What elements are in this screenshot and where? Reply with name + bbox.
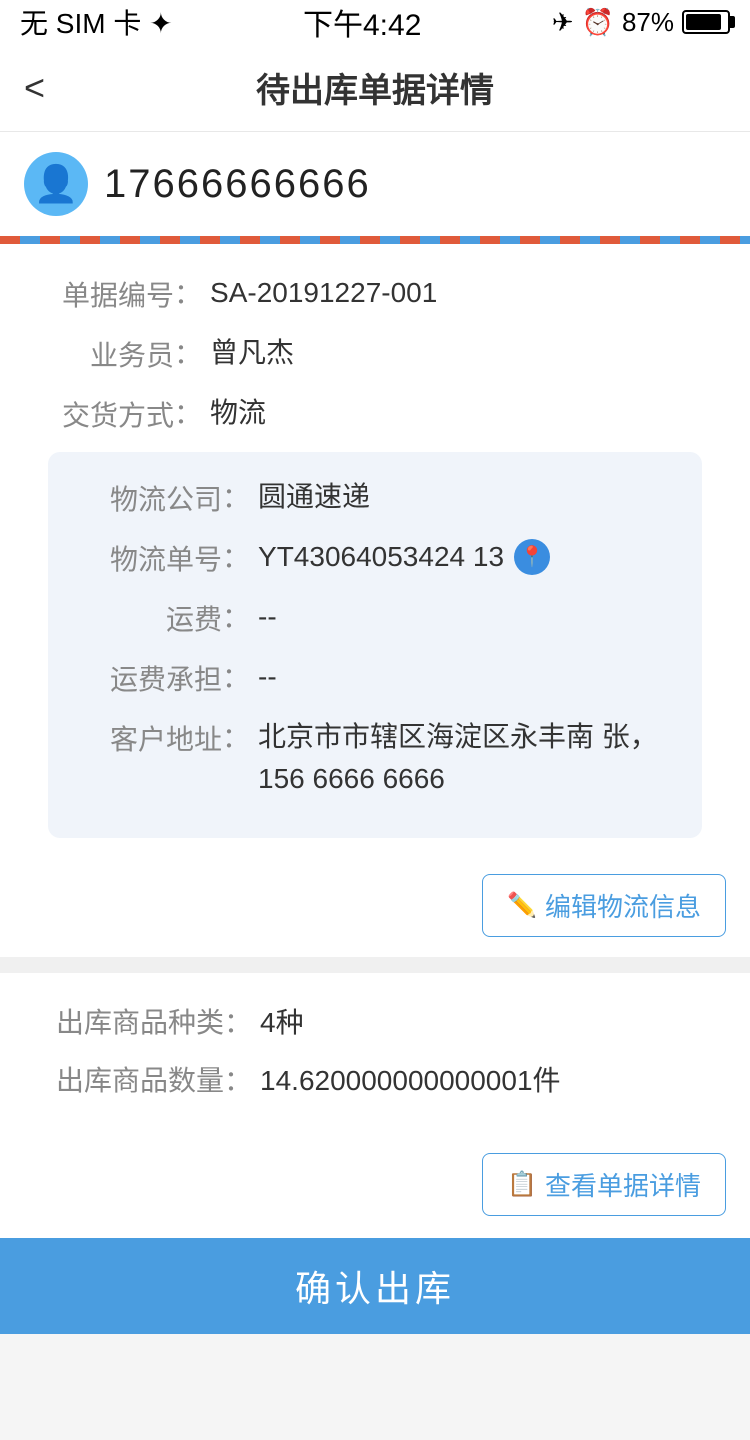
- status-left: 无 SIM 卡 ✦: [20, 2, 173, 42]
- address-row: 客户地址 ： 北京市市辖区海淀区永丰南 张，156 6666 6666: [72, 716, 678, 800]
- goods-types-value: 4种: [260, 1001, 304, 1041]
- freight-label: 运费: [72, 596, 222, 638]
- location-status-icon: ✈: [552, 7, 574, 38]
- section-divider: [0, 957, 750, 973]
- goods-quantity-label: 出库商品数量: [24, 1059, 224, 1099]
- user-icon: 👤: [34, 163, 79, 205]
- logistics-company-label: 物流公司: [72, 476, 222, 518]
- address-value: 北京市市辖区海淀区永丰南 张，156 6666 6666: [258, 716, 678, 800]
- customer-header: 👤 17666666666: [0, 132, 750, 236]
- tracking-number-value: YT43064053424 13: [258, 536, 504, 578]
- battery-icon: [682, 10, 730, 34]
- view-detail-label: 查看单据详情: [545, 1166, 701, 1203]
- edit-logistics-label: 编辑物流信息: [545, 887, 701, 924]
- document-number-row: 单据编号 ： SA-20191227-001: [24, 272, 726, 314]
- goods-types-label: 出库商品种类: [24, 1001, 224, 1041]
- battery-percentage: 87%: [622, 7, 674, 38]
- pin-icon: 📍: [520, 542, 545, 572]
- view-detail-button[interactable]: 📋 查看单据详情: [482, 1153, 726, 1216]
- delivery-method-value: 物流: [210, 392, 726, 434]
- edit-icon: ✏️: [507, 891, 537, 920]
- tracking-number-value-container: YT43064053424 13 📍: [258, 536, 678, 578]
- freight-bearer-label: 运费承担: [72, 656, 222, 698]
- status-time: 下午4:42: [303, 0, 421, 44]
- tracking-number-label: 物流单号: [72, 536, 222, 578]
- freight-bearer-row: 运费承担 ： --: [72, 656, 678, 698]
- colon-2: ：: [174, 332, 202, 372]
- goods-types-row: 出库商品种类 ： 4种: [24, 1001, 726, 1041]
- freight-value: --: [258, 596, 678, 638]
- status-bar: 无 SIM 卡 ✦ 下午4:42 ✈ ⏰ 87%: [0, 0, 750, 44]
- address-label: 客户地址: [72, 716, 222, 758]
- freight-row: 运费 ： --: [72, 596, 678, 638]
- logistics-card: 物流公司 ： 圆通速递 物流单号 ： YT43064053424 13 📍 运费…: [48, 452, 702, 838]
- delivery-method-row: 交货方式 ： 物流: [24, 392, 726, 434]
- goods-quantity-row: 出库商品数量 ： 14.620000000000001件: [24, 1059, 726, 1099]
- sales-person-value: 曾凡杰: [210, 332, 726, 374]
- sales-person-row: 业务员 ： 曾凡杰: [24, 332, 726, 374]
- freight-bearer-value: --: [258, 656, 678, 698]
- sales-person-label: 业务员: [24, 332, 174, 374]
- detail-icon: 📋: [507, 1170, 537, 1199]
- dashed-separator: [0, 236, 750, 244]
- page-title: 待出库单据详情: [256, 63, 494, 112]
- edit-logistics-button[interactable]: ✏️ 编辑物流信息: [482, 874, 726, 937]
- delivery-method-label: 交货方式: [24, 392, 174, 434]
- view-detail-container: 📋 查看单据详情: [0, 1137, 750, 1240]
- logistics-company-row: 物流公司 ： 圆通速递: [72, 476, 678, 518]
- tracking-number-row: 物流单号 ： YT43064053424 13 📍: [72, 536, 678, 578]
- status-right: ✈ ⏰ 87%: [552, 7, 730, 38]
- avatar: 👤: [24, 152, 88, 216]
- customer-phone: 17666666666: [104, 162, 371, 207]
- colon-3: ：: [174, 392, 202, 432]
- colon-1: ：: [174, 272, 202, 312]
- order-info-section: 单据编号 ： SA-20191227-001 业务员 ： 曾凡杰 交货方式 ： …: [0, 244, 750, 858]
- edit-btn-container: ✏️ 编辑物流信息: [0, 858, 750, 957]
- goods-quantity-value: 14.620000000000001件: [260, 1059, 561, 1099]
- battery-fill: [686, 14, 721, 30]
- alarm-icon: ⏰: [582, 7, 614, 38]
- logistics-company-value: 圆通速递: [258, 476, 678, 518]
- location-tracking-icon[interactable]: 📍: [514, 539, 550, 575]
- confirm-button[interactable]: 确认出库: [295, 1260, 455, 1312]
- back-button[interactable]: <: [24, 67, 45, 109]
- confirm-btn-container: 确认出库: [0, 1238, 750, 1334]
- document-number-label: 单据编号: [24, 272, 174, 314]
- document-number-value: SA-20191227-001: [210, 272, 726, 314]
- goods-section: 出库商品种类 ： 4种 出库商品数量 ： 14.620000000000001件: [0, 973, 750, 1137]
- nav-bar: < 待出库单据详情: [0, 44, 750, 132]
